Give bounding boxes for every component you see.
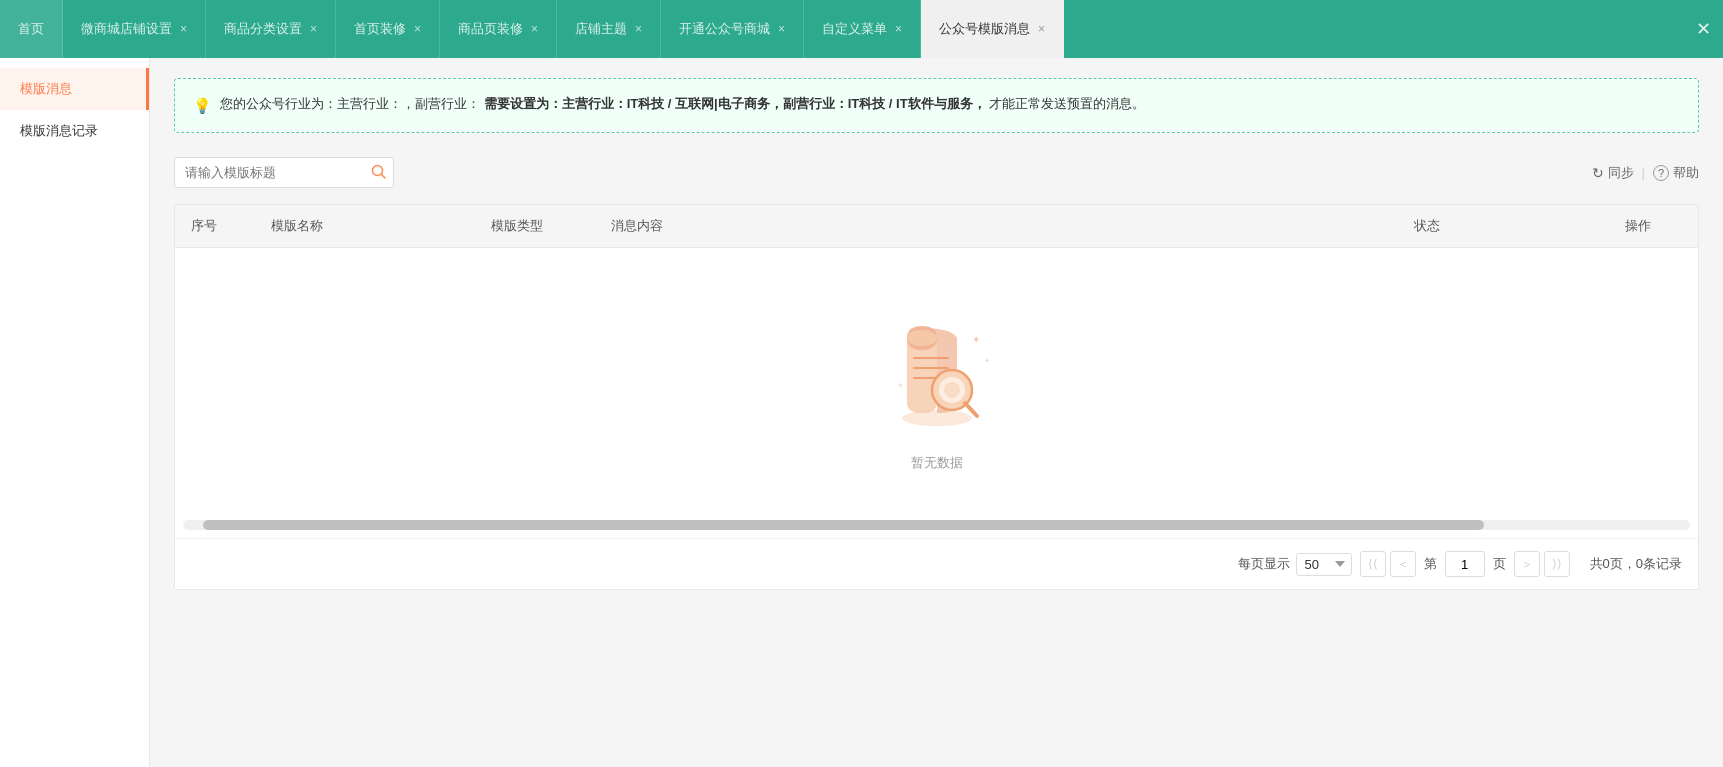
tab-home[interactable]: 首页 [0,0,63,58]
prev-page-button[interactable]: ＜ [1390,551,1416,577]
search-bar-right: ↻ 同步 | ? 帮助 [1592,164,1699,182]
notice-prefix: 您的公众号行业为：主营行业：，副营行业： [220,96,480,111]
tab-homepage[interactable]: 首页装修 × [336,0,440,58]
help-icon: ? [1653,165,1669,181]
tab-label-theme: 店铺主题 [575,20,627,38]
tab-label-category: 商品分类设置 [224,20,302,38]
col-header-seq: 序号 [175,205,255,247]
toolbar-divider: | [1642,165,1645,180]
tab-close-template-msg[interactable]: × [1038,22,1045,36]
scrollbar-track[interactable] [183,520,1690,530]
col-header-action: 操作 [1578,205,1698,247]
help-label: 帮助 [1673,164,1699,182]
notice-suffix: 才能正常发送预置的消息。 [989,96,1145,111]
search-input[interactable] [174,157,394,188]
col-header-name: 模版名称 [255,205,475,247]
tab-label-weshop: 微商城店铺设置 [81,20,172,38]
tab-close-custom-menu[interactable]: × [895,22,902,36]
scrollbar-thumb[interactable] [203,520,1484,530]
tab-open-mall[interactable]: 开通公众号商城 × [661,0,804,58]
sync-button[interactable]: ↻ 同步 [1592,164,1634,182]
tab-label-template-msg: 公众号模版消息 [939,20,1030,38]
tab-weshop[interactable]: 微商城店铺设置 × [63,0,206,58]
notice-box: 💡 您的公众号行业为：主营行业：，副营行业： 需要设置为：主营行业：IT科技 /… [174,78,1699,133]
sidebar-item-template-record[interactable]: 模版消息记录 [0,110,149,152]
tab-category[interactable]: 商品分类设置 × [206,0,336,58]
page-unit-label: 页 [1493,555,1506,573]
page-size-selector: 每页显示 50 10 20 100 [1238,553,1352,576]
global-close-button[interactable]: ✕ [1683,0,1723,58]
horizontal-scrollbar-area[interactable] [175,512,1698,538]
col-header-status: 状态 [1398,205,1578,247]
col-header-content: 消息内容 [595,205,1398,247]
svg-line-1 [382,174,386,178]
main-layout: 模版消息模版消息记录 💡 您的公众号行业为：主营行业：，副营行业： 需要设置为：… [0,58,1723,767]
tab-theme[interactable]: 店铺主题 × [557,0,661,58]
sync-icon: ↻ [1592,165,1604,181]
tab-close-weshop[interactable]: × [180,22,187,36]
page-size-label: 每页显示 [1238,555,1290,573]
tab-close-product-page[interactable]: × [531,22,538,36]
pagination: 每页显示 50 10 20 100 ⟨⟨ ＜ 第 页 ＞ ⟩⟩ [175,538,1698,589]
search-bar: ↻ 同步 | ? 帮助 [174,157,1699,188]
page-size-select[interactable]: 50 10 20 100 [1296,553,1352,576]
table-header: 序号 模版名称 模版类型 消息内容 状态 操作 [175,205,1698,248]
tab-template-msg[interactable]: 公众号模版消息 × [921,0,1064,58]
sidebar-item-template-msg[interactable]: 模版消息 [0,68,149,110]
tab-bar: 首页微商城店铺设置×商品分类设置×首页装修×商品页装修×店铺主题×开通公众号商城… [0,0,1723,58]
svg-text:✦: ✦ [984,357,990,364]
next-page-button[interactable]: ＞ [1514,551,1540,577]
sync-label: 同步 [1608,164,1634,182]
search-icon[interactable] [371,164,386,182]
tab-label-home: 首页 [18,20,44,38]
svg-text:✦: ✦ [897,381,904,390]
sidebar: 模版消息模版消息记录 [0,58,150,767]
tab-label-open-mall: 开通公众号商城 [679,20,770,38]
search-input-wrap [174,157,394,188]
tab-close-open-mall[interactable]: × [778,22,785,36]
tab-close-category[interactable]: × [310,22,317,36]
empty-text: 暂无数据 [911,454,963,472]
data-table: 序号 模版名称 模版类型 消息内容 状态 操作 [174,204,1699,590]
notice-icon: 💡 [193,94,212,118]
help-button[interactable]: ? 帮助 [1653,164,1699,182]
page-number-input[interactable] [1445,551,1485,577]
content-area: 💡 您的公众号行业为：主营行业：，副营行业： 需要设置为：主营行业：IT科技 /… [150,58,1723,767]
tab-product-page[interactable]: 商品页装修 × [440,0,557,58]
svg-text:✦: ✦ [972,334,980,345]
tab-label-custom-menu: 自定义菜单 [822,20,887,38]
notice-highlight: 需要设置为：主营行业：IT科技 / 互联网|电子商务，副营行业：IT科技 / I… [484,96,986,111]
tab-label-homepage: 首页装修 [354,20,406,38]
tab-close-homepage[interactable]: × [414,22,421,36]
tab-label-product-page: 商品页装修 [458,20,523,38]
empty-illustration: ✦ ✦ ✦ [872,308,1002,438]
svg-point-9 [944,382,960,398]
notice-text: 您的公众号行业为：主营行业：，副营行业： 需要设置为：主营行业：IT科技 / 互… [220,93,1145,115]
page-label: 第 [1424,555,1437,573]
col-header-type: 模版类型 [475,205,595,247]
tab-close-theme[interactable]: × [635,22,642,36]
page-navigation: ⟨⟨ ＜ 第 页 ＞ ⟩⟩ [1360,551,1570,577]
tab-custom-menu[interactable]: 自定义菜单 × [804,0,921,58]
first-page-button[interactable]: ⟨⟨ [1360,551,1386,577]
empty-state: ✦ ✦ ✦ 暂无数据 [175,248,1698,512]
total-info: 共0页，0条记录 [1590,555,1682,573]
last-page-button[interactable]: ⟩⟩ [1544,551,1570,577]
